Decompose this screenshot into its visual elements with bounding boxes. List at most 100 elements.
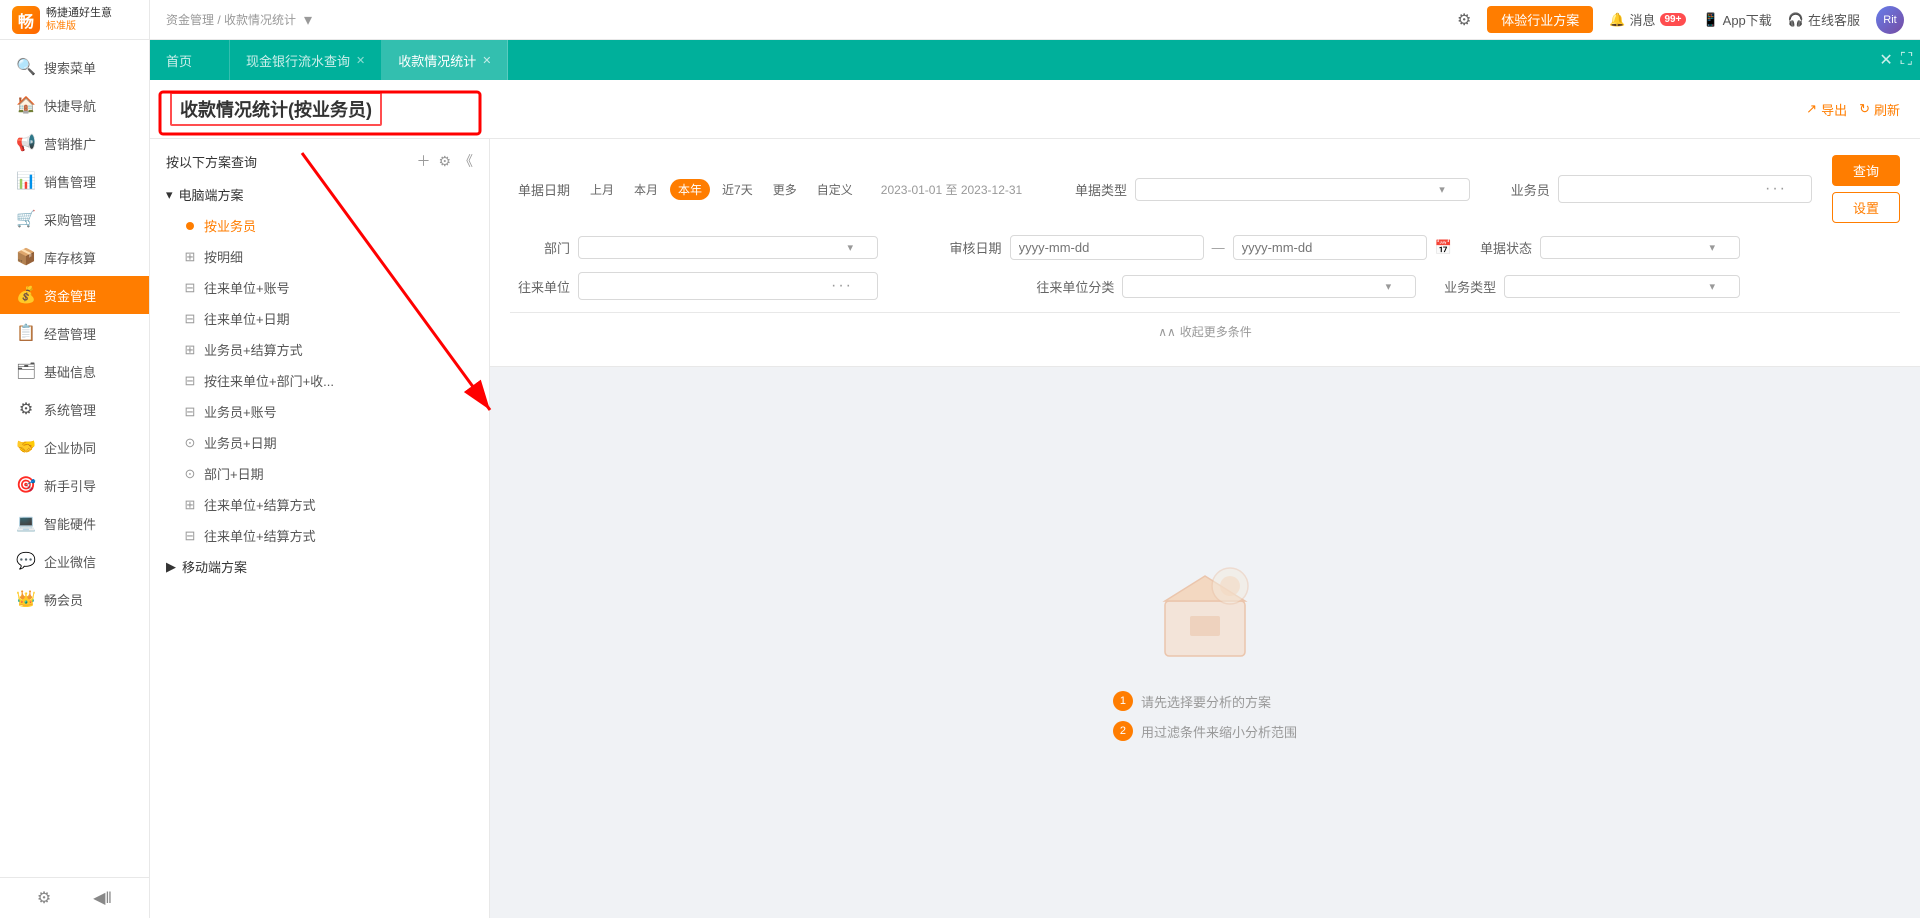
sidebar-item-sales[interactable]: 📊 销售管理	[0, 162, 149, 200]
review-date-start-input[interactable]	[1010, 235, 1204, 260]
bell-icon: 🔔	[1609, 12, 1625, 28]
sidebar-item-search[interactable]: 🔍 搜索菜单	[0, 48, 149, 86]
add-scheme-icon[interactable]: ＋	[416, 151, 430, 171]
trial-button[interactable]: 体验行业方案	[1487, 6, 1593, 33]
tree-item-partner-settle2[interactable]: ⊟ 往来单位+结算方式	[166, 520, 489, 551]
empty-illustration	[1145, 551, 1265, 671]
chevron-right-icon: ▶	[166, 559, 176, 575]
dept-select[interactable]: ▾	[578, 236, 878, 259]
search-icon: 🔍	[16, 57, 36, 77]
collapse-panel-icon[interactable]: 《	[459, 151, 473, 171]
tree-item-partner-dept[interactable]: ⊟ 按往来单位+部门+收...	[166, 365, 489, 396]
sidebar-item-guide[interactable]: 🎯 新手引导	[0, 466, 149, 504]
app-download-button[interactable]: 📱 App下载	[1702, 10, 1771, 29]
doctype-select[interactable]: ▾	[1135, 178, 1470, 201]
collapse-chevron-icon: ∧∧	[1158, 325, 1176, 339]
date-tab-this-year[interactable]: 本年	[670, 179, 710, 200]
calendar-icon[interactable]: 📅	[1435, 239, 1452, 256]
tab-home[interactable]: 首页	[150, 40, 230, 80]
refresh-icon: ↻	[1859, 101, 1870, 117]
tree-item-salesperson-date[interactable]: ⊙ 业务员+日期	[166, 427, 489, 458]
salesperson-select[interactable]: ···	[1558, 175, 1812, 203]
online-service-button[interactable]: 🎧 在线客服	[1788, 10, 1860, 29]
sidebar-item-member[interactable]: 👑 畅会员	[0, 580, 149, 618]
sidebar-label-quicknav: 快捷导航	[44, 96, 96, 115]
collapse-text: ∧∧ 收起更多条件	[1158, 323, 1252, 340]
top-bar-right: ⚙ 体验行业方案 🔔 消息 99+ 📱 App下载 🎧 在线客服 Rit	[1457, 6, 1904, 34]
settings-button[interactable]: 设置	[1832, 192, 1900, 223]
maximize-icon[interactable]: ⛶	[1901, 51, 1912, 69]
partner-more-icon[interactable]: ···	[831, 277, 853, 295]
salesperson-more-icon[interactable]: ···	[1765, 180, 1787, 198]
sidebar-item-quicknav[interactable]: 🏠 快捷导航	[0, 86, 149, 124]
partner-cat-select[interactable]: ▾	[1122, 275, 1416, 298]
tree-item-label-sd: 业务员+日期	[204, 433, 277, 452]
sidebar-item-hardware[interactable]: 💻 智能硬件	[0, 504, 149, 542]
collapse-sidebar-icon[interactable]: ◀‖	[93, 888, 112, 908]
sidebar-label-search: 搜索菜单	[44, 58, 96, 77]
sidebar-item-corp[interactable]: 🤝 企业协同	[0, 428, 149, 466]
sidebar-item-inventory[interactable]: 📦 库存核算	[0, 238, 149, 276]
sidebar-item-operation[interactable]: 📋 经营管理	[0, 314, 149, 352]
breadcrumb: 资金管理 / 收款情况统计	[166, 11, 296, 28]
breadcrumb-dropdown-icon[interactable]: ▾	[304, 10, 312, 30]
tab-bank[interactable]: 现金银行流水查询 ✕	[230, 40, 382, 80]
settings-bottom-icon[interactable]: ⚙	[37, 888, 51, 908]
close-window-icon[interactable]: ✕	[1879, 50, 1892, 70]
date-tab-prev-month[interactable]: 上月	[582, 179, 622, 200]
sidebar-item-finance[interactable]: 💰 资金管理	[0, 276, 149, 314]
top-bar: 资金管理 / 收款情况统计 ▾ ⚙ 体验行业方案 🔔 消息 99+ 📱 App下…	[150, 0, 1920, 40]
app-download-label: App下载	[1723, 10, 1772, 29]
empty-tip-2: 2 用过滤条件来缩小分析范围	[1113, 721, 1297, 741]
tab-receipt[interactable]: 收款情况统计 ✕	[382, 40, 508, 80]
tree-pd-icon: ⊟	[182, 311, 198, 327]
biztype-filter-group: 业务类型 ▾	[1436, 275, 1740, 298]
date-tab-this-month[interactable]: 本月	[626, 179, 666, 200]
docstatus-select[interactable]: ▾	[1540, 236, 1740, 259]
sidebar-item-purchase[interactable]: 🛒 采购管理	[0, 200, 149, 238]
tree-group-mobile[interactable]: ▶ 移动端方案	[150, 551, 489, 582]
biztype-arrow-icon: ▾	[1709, 280, 1715, 293]
tree-item-salesperson-settle[interactable]: ⊞ 业务员+结算方式	[166, 334, 489, 365]
phone-icon: 📱	[1702, 12, 1718, 28]
docstatus-arrow-icon: ▾	[1709, 241, 1715, 254]
msg-label: 消息	[1629, 10, 1655, 29]
doctype-label: 单据类型	[1067, 180, 1127, 199]
sidebar-item-baseinfo[interactable]: 🗂 基础信息	[0, 352, 149, 390]
sidebar-label-system: 系统管理	[44, 400, 96, 419]
export-button[interactable]: ↗ 导出	[1806, 100, 1847, 119]
sidebar-item-system[interactable]: ⚙ 系统管理	[0, 390, 149, 428]
online-service-label: 在线客服	[1808, 10, 1860, 29]
tree-item-by-detail[interactable]: ⊞ 按明细	[166, 241, 489, 272]
tree-group-desktop[interactable]: ▾ 电脑端方案	[150, 179, 489, 210]
date-tab-more[interactable]: 更多	[765, 179, 805, 200]
member-icon: 👑	[16, 589, 36, 609]
home-icon: 🏠	[16, 95, 36, 115]
sidebar-label-wechat: 企业微信	[44, 552, 96, 571]
tree-item-by-salesperson[interactable]: 按业务员	[166, 210, 489, 241]
date-tab-custom[interactable]: 自定义	[809, 179, 861, 200]
sidebar-label-hardware: 智能硬件	[44, 514, 96, 533]
tree-item-partner-settle1[interactable]: ⊞ 往来单位+结算方式	[166, 489, 489, 520]
scheme-settings-icon[interactable]: ⚙	[438, 153, 451, 170]
biztype-select[interactable]: ▾	[1504, 275, 1740, 298]
collapse-bar[interactable]: ∧∧ 收起更多条件	[510, 312, 1900, 350]
messages-button[interactable]: 🔔 消息 99+	[1609, 10, 1686, 29]
tree-item-dept-date[interactable]: ⊙ 部门+日期	[166, 458, 489, 489]
settings-icon[interactable]: ⚙	[1457, 10, 1471, 30]
user-avatar[interactable]: Rit	[1876, 6, 1904, 34]
tree-item-salesperson-account[interactable]: ⊟ 业务员+账号	[166, 396, 489, 427]
sidebar-item-wechat[interactable]: 💬 企业微信	[0, 542, 149, 580]
review-date-end-input[interactable]	[1233, 235, 1427, 260]
tree-item-partner-account[interactable]: ⊟ 往来单位+账号	[166, 272, 489, 303]
partner-select[interactable]: ···	[578, 272, 878, 300]
tab-bank-close-icon[interactable]: ✕	[356, 54, 365, 67]
empty-tip-1: 1 请先选择要分析的方案	[1113, 691, 1297, 711]
refresh-button[interactable]: ↻ 刷新	[1859, 100, 1900, 119]
tree-item-partner-date[interactable]: ⊟ 往来单位+日期	[166, 303, 489, 334]
main-content: 收款情况统计(按业务员) ↗ 导出 ↻ 刷新 按以下方案查询 ＋ ⚙ 《 ▾	[150, 80, 1920, 918]
date-tab-last7[interactable]: 近7天	[714, 179, 761, 200]
tab-receipt-close-icon[interactable]: ✕	[482, 54, 491, 67]
query-button[interactable]: 查询	[1832, 155, 1900, 186]
sidebar-item-marketing[interactable]: 📢 营销推广	[0, 124, 149, 162]
